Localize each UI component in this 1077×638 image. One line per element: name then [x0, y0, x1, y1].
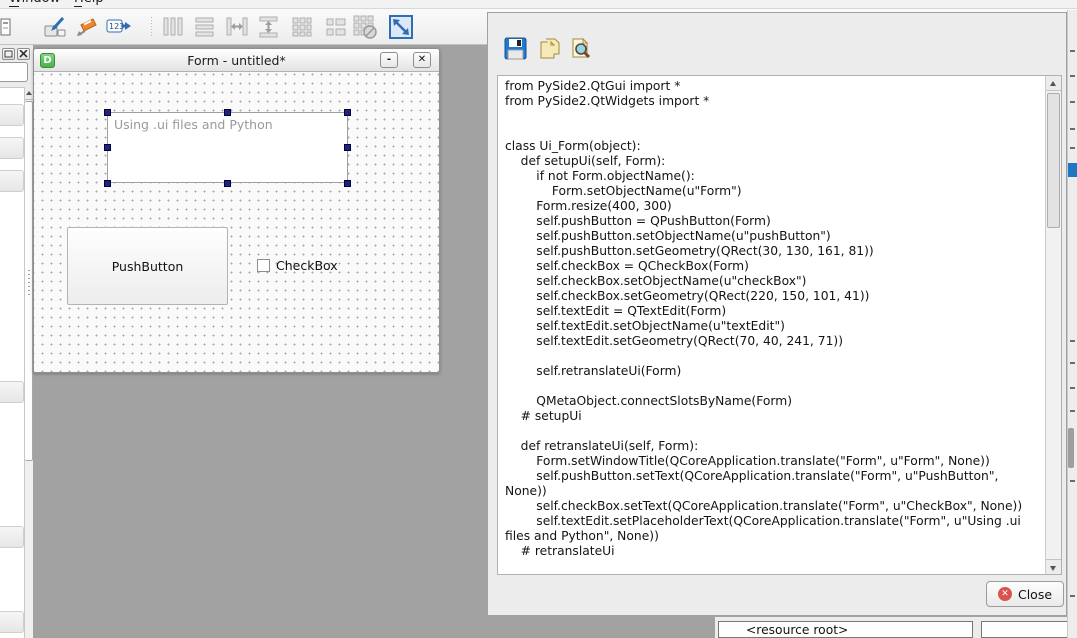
- selection-handle-bottom-mid[interactable]: [224, 180, 231, 187]
- designed-pushbutton[interactable]: PushButton: [67, 227, 228, 305]
- scroll-up-icon[interactable]: [25, 87, 33, 100]
- selection-handle-mid-right[interactable]: [344, 144, 351, 151]
- widget-box-row[interactable]: [0, 611, 24, 633]
- property-scrollbar-thumb[interactable]: [1068, 428, 1074, 468]
- designed-checkbox[interactable]: CheckBox: [257, 258, 338, 273]
- resource-root-item[interactable]: <resource root>: [718, 621, 973, 638]
- scroll-up-icon[interactable]: [1046, 76, 1061, 91]
- close-button-label: Close: [1018, 587, 1052, 602]
- find-icon[interactable]: [569, 37, 593, 61]
- form-editor-window[interactable]: D Form - untitled* - ✕ Using .ui files a…: [33, 48, 440, 373]
- menu-help-mnemonic: [74, 6, 82, 7]
- adjust-size-icon[interactable]: [388, 14, 414, 40]
- form-canvas[interactable]: Using .ui files and Python PushButton Ch…: [34, 72, 439, 372]
- edit-buddies-icon[interactable]: [74, 14, 100, 40]
- widget-box-row[interactable]: [0, 526, 24, 548]
- edit-widgets-icon[interactable]: [0, 14, 13, 40]
- widget-filter-input[interactable]: [0, 62, 28, 82]
- checkbox-label: CheckBox: [276, 258, 338, 273]
- scrollbar-grip: [28, 270, 30, 296]
- dock-close-icon[interactable]: [17, 48, 30, 60]
- scrollbar-thumb[interactable]: [1047, 93, 1060, 228]
- resource-browser-dock: <resource root>: [715, 617, 1077, 638]
- widget-box-row[interactable]: [0, 170, 24, 192]
- selection-handle-top-left[interactable]: [104, 109, 111, 116]
- save-icon[interactable]: [504, 37, 528, 61]
- generated-code[interactable]: from PySide2.QtGui import * from PySide2…: [498, 78, 1044, 572]
- dock-float-icon[interactable]: [2, 48, 15, 60]
- menu-window-mnemonic: [9, 6, 19, 7]
- close-button[interactable]: ✕: [413, 52, 431, 68]
- code-view[interactable]: from PySide2.QtGui import * from PySide2…: [497, 75, 1062, 575]
- widget-box-row[interactable]: [0, 104, 24, 126]
- selection-handle-top-mid[interactable]: [224, 109, 231, 116]
- selection-handle-bottom-left[interactable]: [104, 180, 111, 187]
- resource-preview-box[interactable]: [981, 621, 1074, 638]
- widget-box-row[interactable]: [0, 137, 24, 159]
- scroll-down-icon[interactable]: [1046, 559, 1061, 574]
- close-dialog-button[interactable]: ✕ Close: [986, 581, 1064, 607]
- layout-vertical-splitter-icon[interactable]: [256, 14, 282, 40]
- widget-box-list[interactable]: [0, 87, 24, 638]
- selection-handle-mid-left[interactable]: [104, 144, 111, 151]
- close-red-icon: ✕: [998, 587, 1012, 601]
- menubar: Window Help: [0, 0, 1077, 8]
- layout-horizontally-icon[interactable]: [160, 14, 186, 40]
- minimize-button[interactable]: -: [380, 52, 398, 68]
- checkbox-indicator[interactable]: [257, 259, 270, 272]
- layout-horizontal-splitter-icon[interactable]: [224, 14, 250, 40]
- widget-box-scrollbar[interactable]: [24, 87, 33, 638]
- selection-handle-bottom-right[interactable]: [344, 180, 351, 187]
- form-window-titlebar[interactable]: D Form - untitled* - ✕: [34, 49, 439, 72]
- designed-textedit[interactable]: Using .ui files and Python: [107, 112, 348, 183]
- scrollbar-thumb[interactable]: [25, 101, 33, 461]
- widget-box-dock: [0, 45, 33, 638]
- selected-property-row[interactable]: [1068, 163, 1077, 177]
- property-editor-sliver: [1067, 10, 1077, 638]
- code-scrollbar[interactable]: [1045, 76, 1061, 574]
- selection-handle-top-right[interactable]: [344, 109, 351, 116]
- layout-vertically-icon[interactable]: [192, 14, 218, 40]
- svg-text:123: 123: [109, 22, 124, 31]
- form-file-icon: D: [40, 53, 55, 68]
- copy-icon[interactable]: [538, 37, 562, 61]
- widget-box-row[interactable]: [0, 381, 24, 403]
- code-preview-dialog[interactable]: from PySide2.QtGui import * from PySide2…: [487, 12, 1067, 616]
- edit-signals-slots-icon[interactable]: [42, 14, 68, 40]
- layout-form-icon[interactable]: [323, 14, 349, 40]
- toolbar-separator: [150, 17, 153, 37]
- layout-grid-icon[interactable]: [289, 14, 315, 40]
- edit-tab-order-icon[interactable]: 123: [106, 14, 132, 40]
- break-layout-icon[interactable]: [352, 14, 378, 40]
- form-window-title: Form - untitled*: [34, 53, 439, 68]
